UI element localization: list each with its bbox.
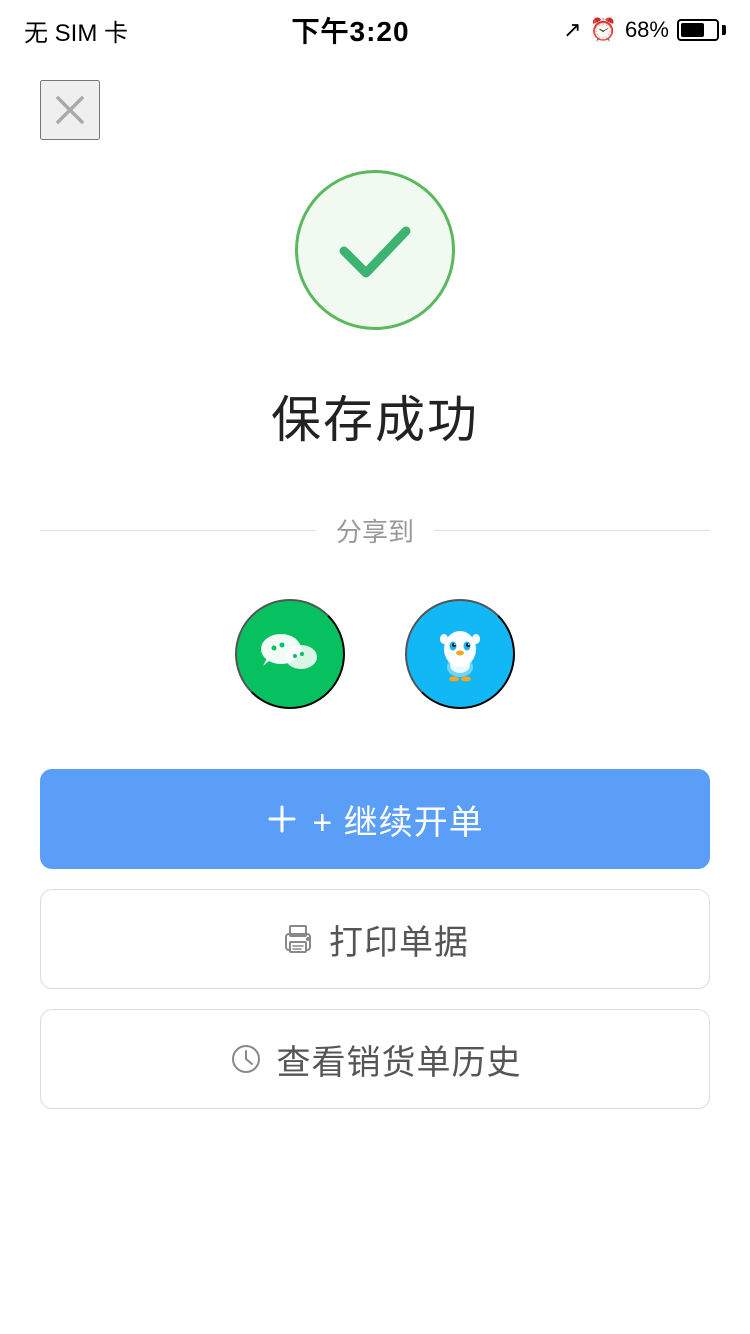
divider-left [40, 530, 316, 531]
plus-icon [266, 803, 298, 835]
wechat-icon [255, 619, 325, 689]
status-time: 下午3:20 [292, 10, 410, 50]
qq-icon [427, 621, 493, 687]
print-button[interactable]: 打印单据 [40, 889, 710, 989]
alarm-icon: ⏰ [590, 17, 617, 43]
success-title: 保存成功 [271, 380, 479, 452]
battery-percent: 68% [625, 17, 669, 43]
location-icon: ↗ [563, 17, 581, 43]
sim-text: 无 SIM 卡 [24, 13, 128, 48]
share-section: 分享到 [40, 512, 710, 709]
clock-icon [229, 1042, 263, 1076]
main-content: 保存成功 分享到 [0, 60, 750, 1334]
share-label: 分享到 [336, 512, 414, 549]
history-label: 查看销货单历史 [277, 1035, 522, 1084]
status-bar: 无 SIM 卡 下午3:20 ↗ ⏰ 68% [0, 0, 750, 60]
battery-icon [677, 19, 726, 41]
share-divider-row: 分享到 [40, 512, 710, 549]
print-label: 打印单据 [329, 915, 469, 964]
printer-icon [281, 922, 315, 956]
share-icons-row [235, 599, 515, 709]
check-icon [330, 205, 420, 295]
divider-right [434, 530, 710, 531]
status-right: ↗ ⏰ 68% [563, 17, 726, 43]
wechat-share-button[interactable] [235, 599, 345, 709]
continue-button[interactable]: + 继续开单 [40, 769, 710, 869]
success-circle [295, 170, 455, 330]
status-left: 无 SIM 卡 [24, 13, 138, 48]
close-button[interactable] [40, 80, 100, 140]
history-button[interactable]: 查看销货单历史 [40, 1009, 710, 1109]
continue-label: + 继续开单 [312, 795, 483, 844]
action-buttons: + 继续开单 打印单据 查看销货单历史 [40, 769, 710, 1109]
qq-share-button[interactable] [405, 599, 515, 709]
